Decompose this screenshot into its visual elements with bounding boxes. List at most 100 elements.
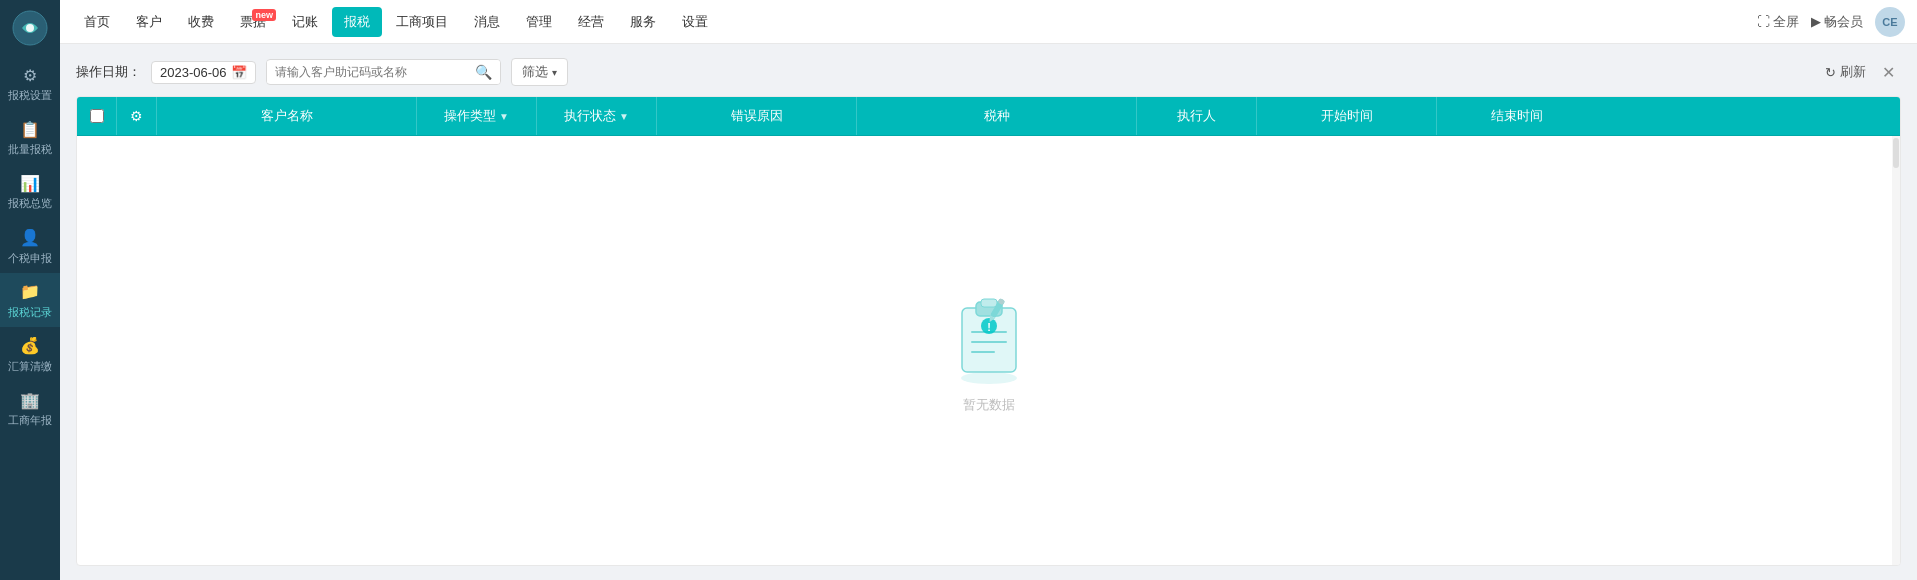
nav-item-xiaoxi[interactable]: 消息 xyxy=(462,7,512,37)
refresh-icon: ↻ xyxy=(1825,65,1836,80)
col-endtime-label: 结束时间 xyxy=(1491,107,1543,125)
fullscreen-icon: ⛶ xyxy=(1757,14,1770,29)
sidebar-label-gongshang-nianbao: 工商年报 xyxy=(8,414,52,427)
svg-rect-5 xyxy=(981,299,997,307)
settings-icon: ⚙ xyxy=(130,108,143,124)
nav-label-jizhang: 记账 xyxy=(292,14,318,29)
sidebar-item-baoshui-jilu[interactable]: 📁 报税记录 xyxy=(0,273,60,327)
member-btn[interactable]: ▶ 畅会员 xyxy=(1811,13,1863,31)
chevron-down-icon: ▾ xyxy=(552,67,557,78)
sidebar-icon-piliang-baoshui: 📋 xyxy=(19,118,41,140)
filter-icon-execstatus: ▼ xyxy=(619,111,629,122)
filter-label: 筛选 xyxy=(522,63,548,81)
search-button[interactable]: 🔍 xyxy=(467,60,500,84)
sidebar-item-huisuan-jiaona[interactable]: 💰 汇算清缴 xyxy=(0,327,60,381)
nav-item-shezhi[interactable]: 设置 xyxy=(670,7,720,37)
sidebar-item-baoshui-zonlan[interactable]: 📊 报税总览 xyxy=(0,164,60,218)
nav-item-jingying[interactable]: 经营 xyxy=(566,7,616,37)
empty-text: 暂无数据 xyxy=(963,396,1015,414)
sidebar-item-gongshang-nianbao[interactable]: 🏢 工商年报 xyxy=(0,381,60,435)
nav-item-jizhang[interactable]: 记账 xyxy=(280,7,330,37)
th-start-time: 开始时间 xyxy=(1257,97,1437,135)
nav-item-kehu[interactable]: 客户 xyxy=(124,7,174,37)
table-body: ! 暂无数据 xyxy=(77,136,1900,565)
search-input[interactable] xyxy=(267,61,467,83)
nav-label-fuwu: 服务 xyxy=(630,14,656,29)
scrollbar-thumb[interactable] xyxy=(1893,138,1899,168)
col-executor-label: 执行人 xyxy=(1177,107,1216,125)
member-label: 畅会员 xyxy=(1824,13,1863,31)
nav-item-baoshui[interactable]: 报税 xyxy=(332,7,382,37)
close-button[interactable]: ✕ xyxy=(1876,61,1901,84)
col-customer-label: 客户名称 xyxy=(261,107,313,125)
nav-item-shouye[interactable]: 首页 xyxy=(72,7,122,37)
nav-item-gongshang-xiangmu[interactable]: 工商项目 xyxy=(384,7,460,37)
fullscreen-btn[interactable]: ⛶ 全屏 xyxy=(1757,13,1799,31)
col-errorreason-label: 错误原因 xyxy=(731,107,783,125)
svg-point-1 xyxy=(26,24,34,32)
select-all-checkbox[interactable] xyxy=(90,109,104,123)
nav-label-baoshui: 报税 xyxy=(344,14,370,29)
sidebar-label-huisuan-jiaona: 汇算清缴 xyxy=(8,360,52,373)
scrollbar-track[interactable] xyxy=(1892,136,1900,565)
date-value: 2023-06-06 xyxy=(160,65,227,80)
nav-label-jingying: 经营 xyxy=(578,14,604,29)
sidebar: ⚙ 报税设置 📋 批量报税 📊 报税总览 👤 个税申报 📁 报税记录 💰 汇算清… xyxy=(0,0,60,580)
nav-item-fuwu[interactable]: 服务 xyxy=(618,7,668,37)
th-settings: ⚙ xyxy=(117,97,157,135)
toolbar: 操作日期： 2023-06-06 📅 🔍 筛选 ▾ ↻ 刷新 xyxy=(76,58,1901,86)
refresh-label: 刷新 xyxy=(1840,63,1866,81)
th-executor: 执行人 xyxy=(1137,97,1257,135)
sidebar-icon-geshui-shenbao: 👤 xyxy=(19,227,41,249)
sidebar-icon-baoshui-shezhi: ⚙ xyxy=(19,64,41,86)
svg-point-2 xyxy=(961,372,1017,384)
nav-label-gongshang-xiangmu: 工商项目 xyxy=(396,14,448,29)
th-customer-name: 客户名称 xyxy=(157,97,417,135)
filter-icon-optype: ▼ xyxy=(499,111,509,122)
main-area: 首页 客户 收费票据new 记账 报税 工商项目 消息 管理 经营 服务设置 ⛶ 全屏 ▶ 畅会员… xyxy=(60,0,1917,580)
sidebar-icon-huisuan-jiaona: 💰 xyxy=(19,335,41,357)
sidebar-icon-gongshang-nianbao: 🏢 xyxy=(19,389,41,411)
nav-label-xiaoxi: 消息 xyxy=(474,14,500,29)
sidebar-item-geshui-shenbao[interactable]: 👤 个税申报 xyxy=(0,219,60,273)
col-execstatus-label: 执行状态 xyxy=(564,107,616,125)
th-error-reason: 错误原因 xyxy=(657,97,857,135)
sidebar-icon-baoshui-jilu: 📁 xyxy=(19,281,41,303)
th-operation-type[interactable]: 操作类型 ▼ xyxy=(417,97,537,135)
nav-item-piaoju[interactable]: 票据new xyxy=(228,7,278,37)
sidebar-label-baoshui-shezhi: 报税设置 xyxy=(8,89,52,102)
content: 操作日期： 2023-06-06 📅 🔍 筛选 ▾ ↻ 刷新 xyxy=(60,44,1917,580)
sidebar-label-baoshui-jilu: 报税记录 xyxy=(8,306,52,319)
th-checkbox[interactable] xyxy=(77,97,117,135)
nav-label-shouye: 首页 xyxy=(84,14,110,29)
th-exec-status[interactable]: 执行状态 ▼ xyxy=(537,97,657,135)
th-end-time: 结束时间 xyxy=(1437,97,1597,135)
page-content: 操作日期： 2023-06-06 📅 🔍 筛选 ▾ ↻ 刷新 xyxy=(60,44,1917,580)
sidebar-icon-baoshui-zonlan: 📊 xyxy=(19,172,41,194)
refresh-button[interactable]: ↻ 刷新 xyxy=(1825,63,1866,81)
col-taxtype-label: 税种 xyxy=(984,107,1010,125)
video-icon: ▶ xyxy=(1811,14,1821,29)
sidebar-item-piliang-baoshui[interactable]: 📋 批量报税 xyxy=(0,110,60,164)
empty-state: ! 暂无数据 xyxy=(944,288,1034,414)
nav-label-kehu: 客户 xyxy=(136,14,162,29)
topnav: 首页 客户 收费票据new 记账 报税 工商项目 消息 管理 经营 服务设置 ⛶ 全屏 ▶ 畅会员… xyxy=(60,0,1917,44)
sidebar-item-baoshui-shezhi[interactable]: ⚙ 报税设置 xyxy=(0,56,60,110)
date-label: 操作日期： xyxy=(76,63,141,81)
topnav-right: ⛶ 全屏 ▶ 畅会员 CE xyxy=(1757,7,1905,37)
nav-label-shoufei: 收费 xyxy=(188,14,214,29)
date-input[interactable]: 2023-06-06 📅 xyxy=(151,61,256,84)
nav-label-guanli: 管理 xyxy=(526,14,552,29)
nav-badge-piaoju: new xyxy=(252,9,276,21)
nav-item-guanli[interactable]: 管理 xyxy=(514,7,564,37)
table-header: ⚙ 客户名称 操作类型 ▼ 执行状态 ▼ 错误原因 xyxy=(77,97,1900,136)
logo xyxy=(12,10,48,46)
filter-button[interactable]: 筛选 ▾ xyxy=(511,58,568,86)
avatar[interactable]: CE xyxy=(1875,7,1905,37)
th-tax-type: 税种 xyxy=(857,97,1137,135)
nav-item-shoufei[interactable]: 收费 xyxy=(176,7,226,37)
table-container: ⚙ 客户名称 操作类型 ▼ 执行状态 ▼ 错误原因 xyxy=(76,96,1901,566)
col-starttime-label: 开始时间 xyxy=(1321,107,1373,125)
svg-text:!: ! xyxy=(987,321,991,333)
calendar-icon: 📅 xyxy=(231,65,247,80)
